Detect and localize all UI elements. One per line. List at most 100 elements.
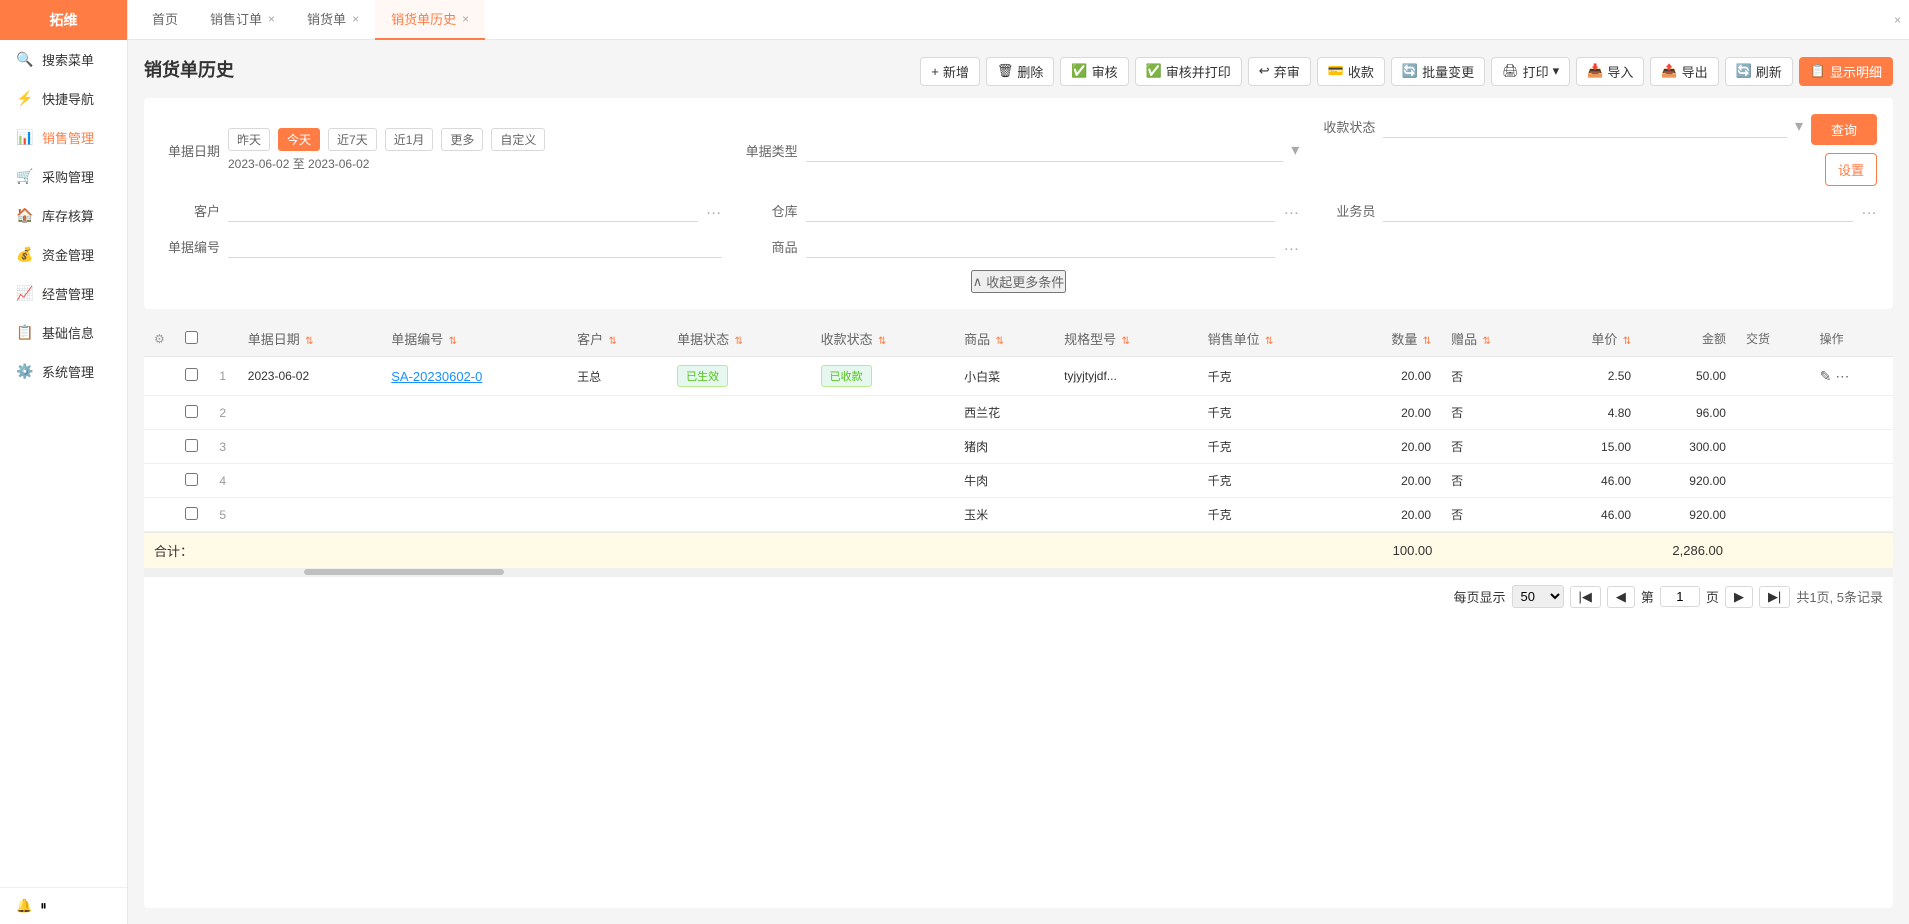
sidebar-item-quick-nav[interactable]: ⚡ 快捷导航 xyxy=(0,79,127,118)
sidebar-item-purchase-mgmt[interactable]: 🛒 采购管理 xyxy=(0,157,127,196)
row-checkbox[interactable] xyxy=(175,357,208,396)
notification-icon[interactable]: 🔔 xyxy=(16,898,32,914)
date-1month-btn[interactable]: 近1月 xyxy=(385,128,434,151)
row-num: 4 xyxy=(208,464,238,498)
plus-icon: + xyxy=(931,64,939,79)
tab-sales-delivery[interactable]: 销货单 × xyxy=(291,0,375,40)
row-price: 46.00 xyxy=(1541,464,1641,498)
unit-col-header[interactable]: 销售单位 ⇅ xyxy=(1198,321,1342,357)
product-col-header[interactable]: 商品 ⇅ xyxy=(954,321,1054,357)
date-custom-btn[interactable]: 自定义 xyxy=(491,128,545,151)
edit-icon[interactable]: ✎ xyxy=(1820,368,1832,385)
tab-home[interactable]: 首页 xyxy=(136,0,194,40)
date-more-btn[interactable]: 更多 xyxy=(441,128,483,151)
product-input[interactable] xyxy=(806,234,1276,258)
tab-sales-order-close[interactable]: × xyxy=(268,12,275,26)
abandon-button[interactable]: ↩ 弃审 xyxy=(1248,57,1311,86)
collapse-label: 收起更多条件 xyxy=(986,272,1064,291)
sidebar-item-inventory[interactable]: 🏠 库存核算 xyxy=(0,196,127,235)
staff-dots[interactable]: … xyxy=(1861,201,1877,219)
sidebar-item-sys-mgmt[interactable]: ⚙️ 系统管理 xyxy=(0,352,127,391)
sidebar-item-search-menu[interactable]: 🔍 搜索菜单 xyxy=(0,40,127,79)
row-checkbox[interactable] xyxy=(175,430,208,464)
import-button[interactable]: 📥 导入 xyxy=(1576,57,1644,86)
date-7days-btn[interactable]: 近7天 xyxy=(328,128,377,151)
date-yesterday-btn[interactable]: 昨天 xyxy=(228,128,270,151)
prev-page-btn[interactable]: ◀ xyxy=(1607,586,1635,608)
export-button[interactable]: 📤 导出 xyxy=(1650,57,1718,86)
tab-sales-delivery-close[interactable]: × xyxy=(352,12,359,26)
copy-icon[interactable]: ⋯ xyxy=(1835,368,1849,385)
row-settings xyxy=(144,357,175,396)
tab-close-all[interactable]: × xyxy=(1894,13,1901,27)
select-all-checkbox[interactable] xyxy=(185,331,198,344)
first-page-btn[interactable]: |◀ xyxy=(1570,586,1601,608)
row-checkbox[interactable] xyxy=(175,396,208,430)
batch-change-button[interactable]: 🔄 批量变更 xyxy=(1391,57,1485,86)
sidebar-item-label: 系统管理 xyxy=(42,362,94,381)
docno-col-header[interactable]: 单据编号 ⇅ xyxy=(381,321,567,357)
product-dots[interactable]: … xyxy=(1283,237,1299,255)
last-page-btn[interactable]: ▶| xyxy=(1759,586,1790,608)
row-amount: 300.00 xyxy=(1641,430,1736,464)
row-trade xyxy=(1736,430,1810,464)
spec-col-header[interactable]: 规格型号 ⇅ xyxy=(1054,321,1198,357)
customer-dots[interactable]: … xyxy=(706,201,722,219)
sidebar-item-operations[interactable]: 📈 经营管理 xyxy=(0,274,127,313)
customer-col-header[interactable]: 客户 ⇅ xyxy=(567,321,667,357)
payment-input[interactable] xyxy=(1383,114,1787,138)
tab-sales-history[interactable]: 销货单历史 × xyxy=(375,0,485,40)
date-today-btn[interactable]: 今天 xyxy=(278,128,320,151)
delete-button[interactable]: 🗑 删除 xyxy=(986,57,1055,86)
docno-input[interactable] xyxy=(228,234,722,258)
settings-col[interactable]: ⚙ xyxy=(144,321,175,357)
staff-input[interactable] xyxy=(1383,198,1853,222)
customer-input[interactable] xyxy=(228,198,698,222)
docno-link[interactable]: SA-20230602-0 xyxy=(391,369,482,384)
row-docno xyxy=(381,396,567,430)
tab-sales-history-close[interactable]: × xyxy=(462,12,469,26)
row-checkbox[interactable] xyxy=(175,464,208,498)
collapse-button[interactable]: ∧ 收起更多条件 xyxy=(971,270,1067,293)
doctype-dots[interactable]: ▾ xyxy=(1291,140,1299,160)
pause-icon[interactable]: ⏸ xyxy=(40,898,47,914)
doctype-input[interactable] xyxy=(806,138,1284,162)
gift-col-header[interactable]: 赠品 ⇅ xyxy=(1441,321,1541,357)
print-button[interactable]: 🖨 打印 ▾ xyxy=(1491,57,1570,86)
show-detail-button[interactable]: 📋 显示明细 xyxy=(1799,57,1893,86)
scrollbar-thumb[interactable] xyxy=(304,569,504,575)
sidebar-item-finance[interactable]: 💰 资金管理 xyxy=(0,235,127,274)
payment-dots[interactable]: ▾ xyxy=(1795,116,1803,136)
page-number-input[interactable] xyxy=(1660,586,1700,607)
collect-button[interactable]: 💳 收款 xyxy=(1317,57,1385,86)
row-trade xyxy=(1736,464,1810,498)
sidebar-item-basic-info[interactable]: 📋 基础信息 xyxy=(0,313,127,352)
price-col-header[interactable]: 单价 ⇅ xyxy=(1541,321,1641,357)
warehouse-dots[interactable]: … xyxy=(1283,201,1299,219)
query-button[interactable]: 查询 xyxy=(1811,114,1877,145)
tab-sales-order[interactable]: 销售订单 × xyxy=(194,0,291,40)
paystatus-col-header[interactable]: 收款状态 ⇅ xyxy=(811,321,955,357)
row-checkbox[interactable] xyxy=(175,498,208,532)
row-docstatus xyxy=(667,498,811,532)
qty-col-header[interactable]: 数量 ⇅ xyxy=(1341,321,1441,357)
date-col-header[interactable]: 单据日期 ⇅ xyxy=(238,321,382,357)
docstatus-col-header[interactable]: 单据状态 ⇅ xyxy=(667,321,811,357)
row-actions xyxy=(1810,498,1893,532)
add-button[interactable]: + 新增 xyxy=(920,57,980,86)
audit-button[interactable]: ✅ 审核 xyxy=(1060,57,1128,86)
set-button[interactable]: 设置 xyxy=(1825,153,1877,186)
row-docstatus xyxy=(667,430,811,464)
per-page-select[interactable]: 50 100 200 xyxy=(1512,585,1564,608)
sidebar-item-sales-mgmt[interactable]: 📊 销售管理 xyxy=(0,118,127,157)
row-docno[interactable]: SA-20230602-0 xyxy=(381,357,567,396)
audit-print-button[interactable]: ✅ 审核并打印 xyxy=(1135,57,1242,86)
warehouse-input[interactable] xyxy=(806,198,1276,222)
row-unit: 千克 xyxy=(1198,498,1342,532)
table-row: 5 玉米 千克 20.00 否 46.00 920.00 xyxy=(144,498,1893,532)
horizontal-scrollbar[interactable] xyxy=(144,568,1893,576)
next-page-btn[interactable]: ▶ xyxy=(1725,586,1753,608)
refresh-button[interactable]: 🔄 刷新 xyxy=(1725,57,1793,86)
checkbox-col[interactable] xyxy=(175,321,208,357)
row-docno xyxy=(381,464,567,498)
